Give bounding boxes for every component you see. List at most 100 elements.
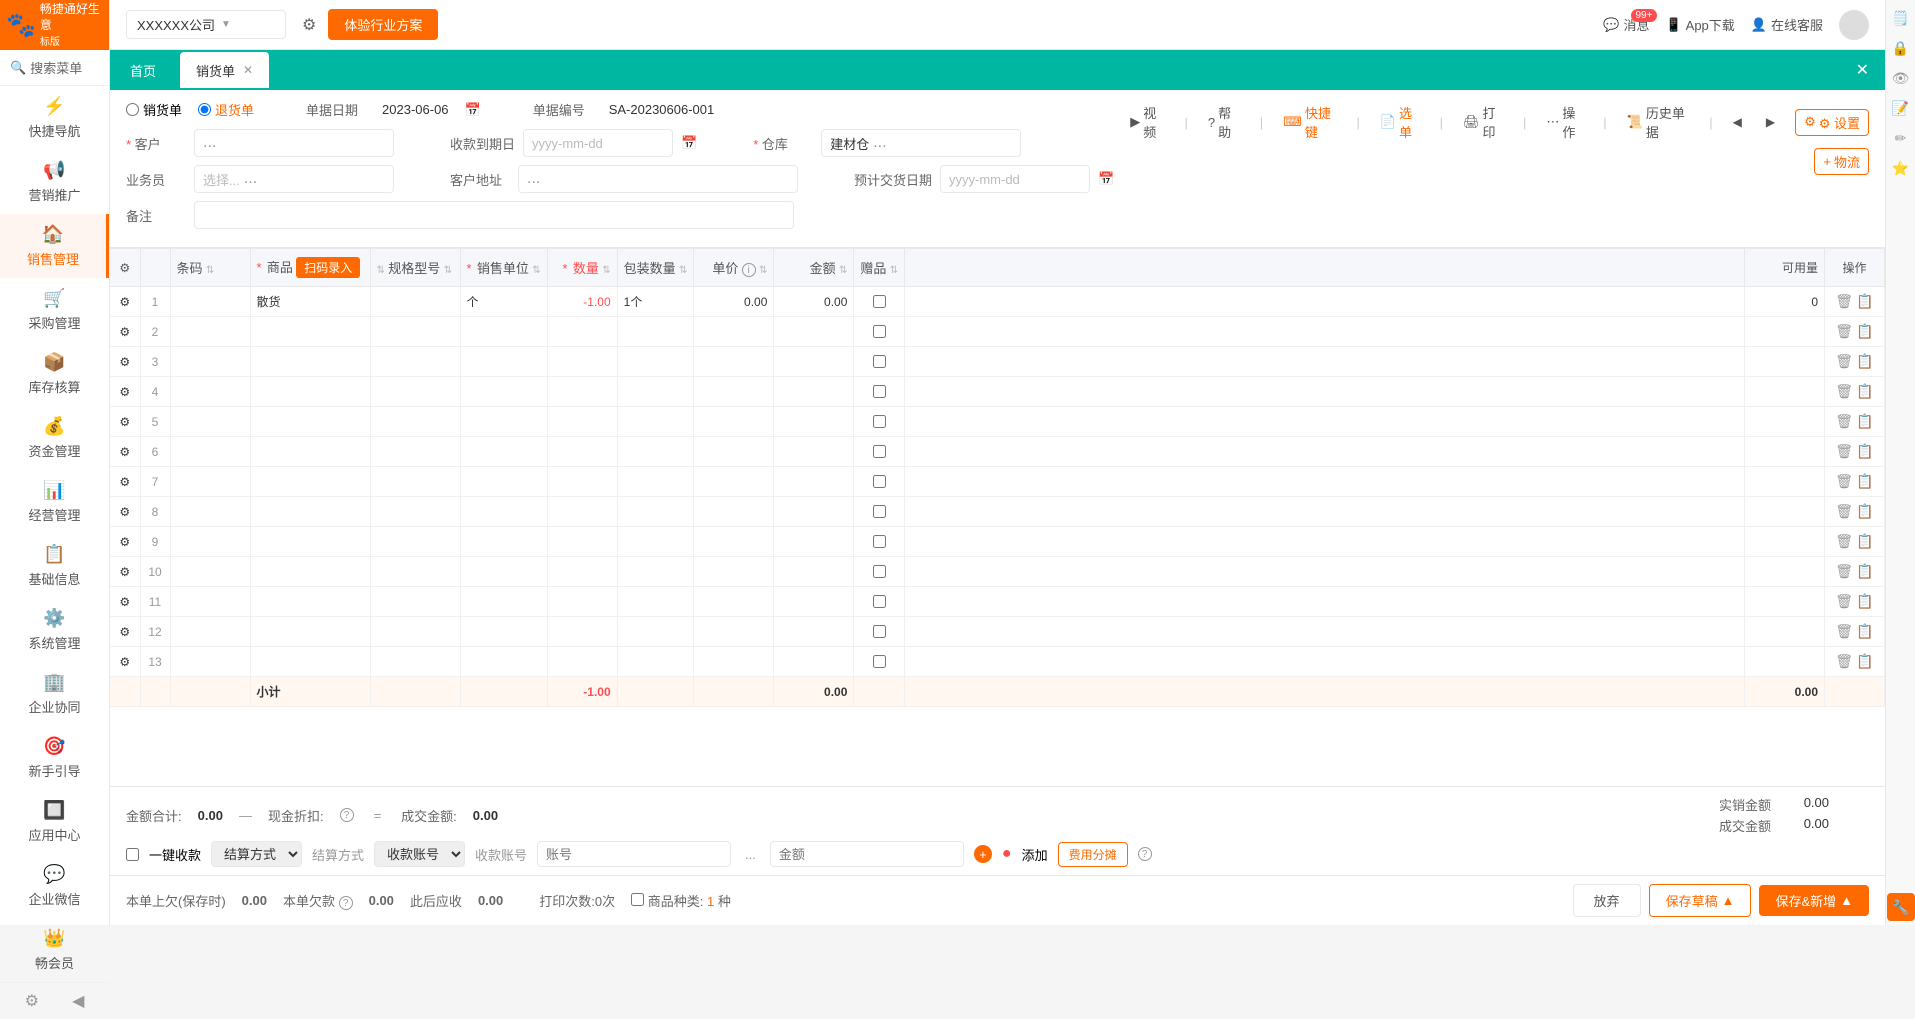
sidebar-item-purchase-mgmt[interactable]: 🛒 采购管理	[0, 278, 109, 342]
sidebar-item-capital[interactable]: 💰 资金管理	[0, 406, 109, 470]
header-message-btn[interactable]: 💬 消息 99+	[1603, 15, 1649, 34]
row-pkgqty-3[interactable]	[617, 377, 694, 407]
row-spec-1[interactable]	[370, 317, 460, 347]
row-qty-3[interactable]	[547, 377, 617, 407]
ops-btn[interactable]: ⋯ 操作	[1538, 100, 1591, 144]
row-qty-12[interactable]	[547, 647, 617, 677]
expense-btn[interactable]: 费用分摊	[1058, 842, 1128, 867]
expense-info-icon[interactable]: ?	[1138, 847, 1152, 861]
right-panel-pencil[interactable]: ✏	[1887, 124, 1915, 152]
prev-btn[interactable]: ◀	[1725, 112, 1750, 132]
row-delete-5[interactable]: 🗑	[1835, 443, 1853, 460]
right-panel-edit[interactable]: 📝	[1887, 94, 1915, 122]
row-spec-12[interactable]	[370, 647, 460, 677]
row-price-5[interactable]	[694, 437, 774, 467]
row-barcode-3[interactable]	[170, 377, 250, 407]
row-gift-3[interactable]	[854, 377, 905, 407]
customer-input[interactable]: ...	[194, 129, 394, 157]
product-type-checkbox[interactable]	[631, 893, 644, 906]
tab-sales-order[interactable]: 销货单 ✕	[180, 52, 269, 88]
row-pkgqty-7[interactable]	[617, 497, 694, 527]
remarks-input[interactable]	[194, 201, 794, 229]
row-spec-7[interactable]	[370, 497, 460, 527]
staff-input[interactable]: 选择... ...	[194, 165, 394, 193]
one-click-payment-checkbox[interactable]	[126, 848, 139, 861]
row-qty-6[interactable]	[547, 467, 617, 497]
row-barcode-7[interactable]	[170, 497, 250, 527]
save-new-btn[interactable]: 保存&新增 ▲	[1759, 885, 1869, 916]
video-btn[interactable]: ▶ 视频	[1122, 100, 1172, 144]
row-pkgqty-2[interactable]	[617, 347, 694, 377]
right-panel-star[interactable]: ⭐	[1887, 154, 1915, 182]
row-amount-10[interactable]	[774, 587, 854, 617]
row-pkgqty-5[interactable]	[617, 437, 694, 467]
row-spec-4[interactable]	[370, 407, 460, 437]
row-gift-4[interactable]	[854, 407, 905, 437]
row-copy-0[interactable]: 📋	[1856, 293, 1873, 310]
row-barcode-10[interactable]	[170, 587, 250, 617]
row-product-9[interactable]	[250, 557, 370, 587]
row-amount-1[interactable]	[774, 317, 854, 347]
row-product-0[interactable]: 散货	[250, 287, 370, 317]
row-spec-5[interactable]	[370, 437, 460, 467]
payment-method-select[interactable]: 结算方式	[211, 841, 302, 867]
row-copy-7[interactable]: 📋	[1856, 503, 1873, 520]
row-delete-8[interactable]: 🗑	[1835, 533, 1853, 550]
payment-amount-input[interactable]	[770, 841, 964, 867]
row-unit-5[interactable]	[460, 437, 547, 467]
row-settings-4[interactable]: ⚙	[110, 407, 140, 437]
row-product-11[interactable]	[250, 617, 370, 647]
row-settings-3[interactable]: ⚙	[110, 377, 140, 407]
row-settings-9[interactable]: ⚙	[110, 557, 140, 587]
row-qty-4[interactable]	[547, 407, 617, 437]
sidebar-item-operations[interactable]: 📊 经营管理	[0, 470, 109, 534]
row-unit-8[interactable]	[460, 527, 547, 557]
header-app-btn[interactable]: 📱 App下载	[1665, 15, 1734, 34]
row-barcode-11[interactable]	[170, 617, 250, 647]
row-price-6[interactable]	[694, 467, 774, 497]
sidebar-search[interactable]: 🔍 搜索菜单	[0, 50, 109, 86]
row-unit-2[interactable]	[460, 347, 547, 377]
row-gift-10[interactable]	[854, 587, 905, 617]
row-amount-2[interactable]	[774, 347, 854, 377]
row-product-3[interactable]	[250, 377, 370, 407]
row-gift-6[interactable]	[854, 467, 905, 497]
row-pkgqty-4[interactable]	[617, 407, 694, 437]
row-product-7[interactable]	[250, 497, 370, 527]
row-product-12[interactable]	[250, 647, 370, 677]
row-pkgqty-11[interactable]	[617, 617, 694, 647]
right-panel-lock[interactable]: 🔒	[1887, 34, 1915, 62]
row-price-8[interactable]	[694, 527, 774, 557]
sidebar-item-system-mgmt[interactable]: ⚙️ 系统管理	[0, 598, 109, 662]
row-barcode-1[interactable]	[170, 317, 250, 347]
row-spec-3[interactable]	[370, 377, 460, 407]
row-delete-6[interactable]: 🗑	[1835, 473, 1853, 490]
row-price-4[interactable]	[694, 407, 774, 437]
row-settings-10[interactable]: ⚙	[110, 587, 140, 617]
row-amount-5[interactable]	[774, 437, 854, 467]
add-payment-btn[interactable]: +	[974, 845, 992, 863]
row-pkgqty-0[interactable]: 1个	[617, 287, 694, 317]
row-delete-11[interactable]: 🗑	[1835, 623, 1853, 640]
logistics-btn[interactable]: + 物流	[1814, 148, 1869, 175]
row-price-2[interactable]	[694, 347, 774, 377]
row-amount-11[interactable]	[774, 617, 854, 647]
row-amount-12[interactable]	[774, 647, 854, 677]
row-copy-4[interactable]: 📋	[1856, 413, 1873, 430]
row-barcode-6[interactable]	[170, 467, 250, 497]
row-pkgqty-9[interactable]	[617, 557, 694, 587]
row-settings-7[interactable]: ⚙	[110, 497, 140, 527]
row-qty-10[interactable]	[547, 587, 617, 617]
row-gift-1[interactable]	[854, 317, 905, 347]
warehouse-input[interactable]: 建材仓 ...	[821, 129, 1021, 157]
row-copy-10[interactable]: 📋	[1856, 593, 1873, 610]
row-qty-8[interactable]	[547, 527, 617, 557]
row-product-6[interactable]	[250, 467, 370, 497]
save-draft-btn[interactable]: 保存草稿 ▲	[1649, 884, 1752, 917]
print-btn[interactable]: 🖨 打印	[1455, 100, 1511, 144]
row-copy-8[interactable]: 📋	[1856, 533, 1873, 550]
sidebar-collapse-btn[interactable]: ◀	[72, 991, 84, 1011]
row-settings-0[interactable]: ⚙	[110, 287, 140, 317]
row-unit-6[interactable]	[460, 467, 547, 497]
header-avatar[interactable]	[1839, 10, 1869, 40]
